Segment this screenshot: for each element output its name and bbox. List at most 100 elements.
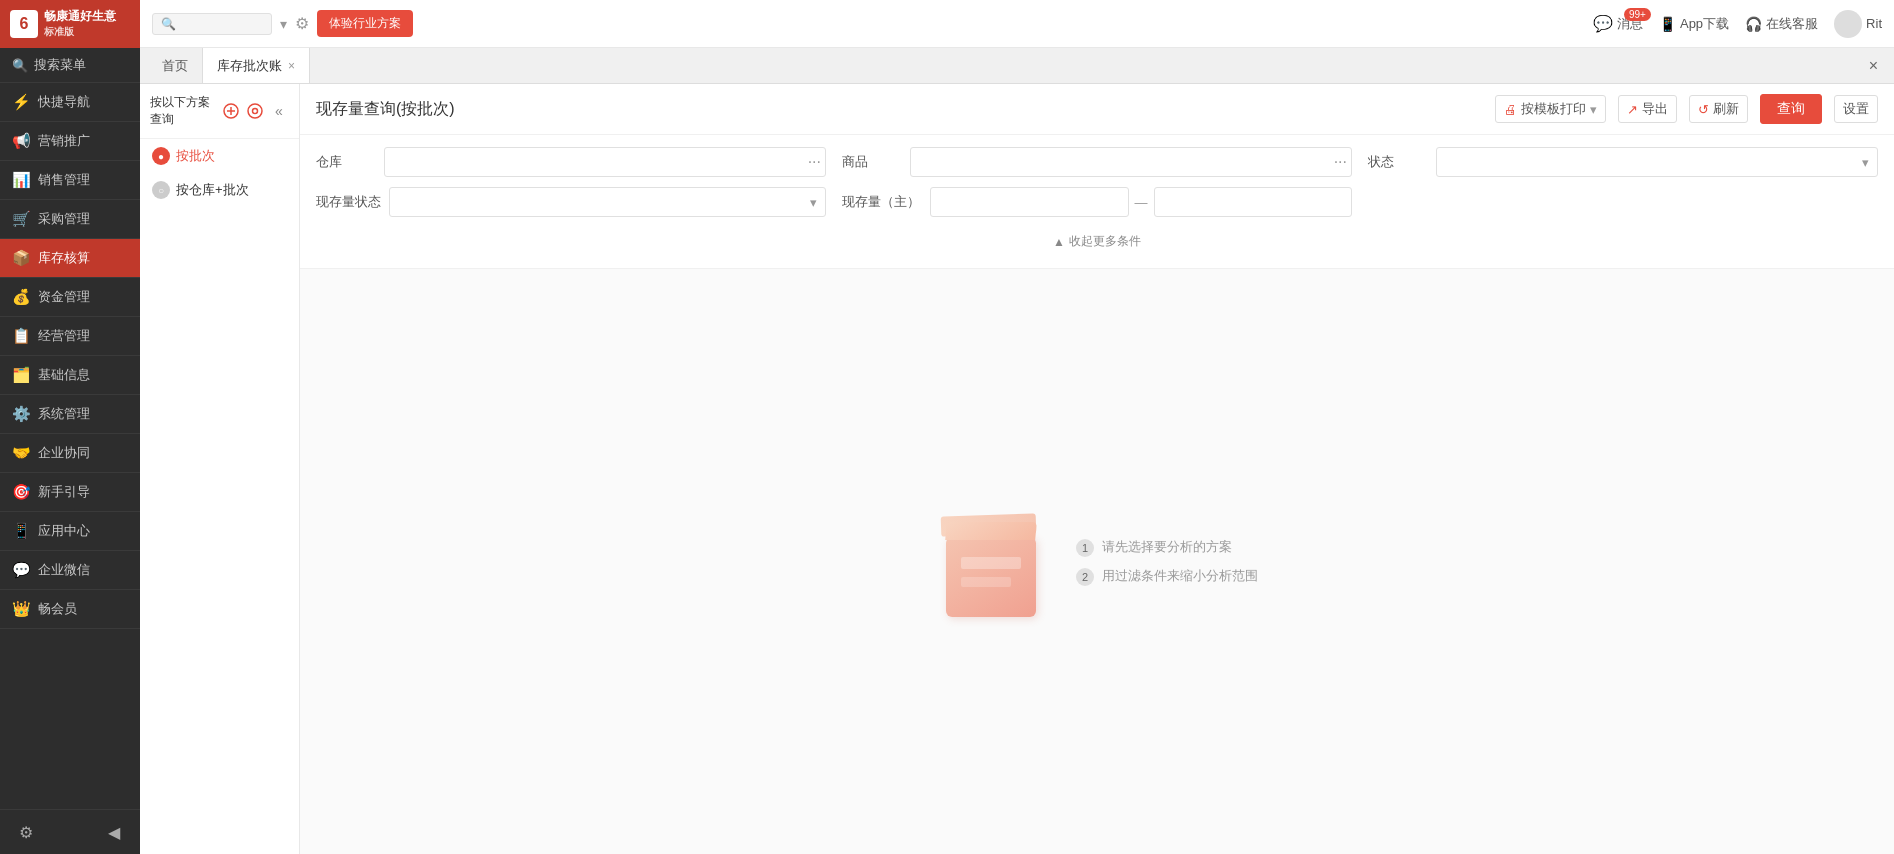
sidebar-item-wechat[interactable]: 💬 企业微信 bbox=[0, 551, 140, 590]
refresh-btn[interactable]: ↺ 刷新 bbox=[1689, 95, 1748, 123]
topbar-dropdown-icon[interactable]: ▾ bbox=[280, 16, 287, 32]
scheme-item-by-warehouse-batch[interactable]: ○ 按仓库+批次 bbox=[140, 173, 299, 207]
hint-num-1: 1 bbox=[1076, 539, 1094, 557]
scheme-inactive-icon: ○ bbox=[152, 181, 170, 199]
warehouse-more-icon[interactable]: ··· bbox=[804, 151, 825, 173]
tab-home[interactable]: 首页 bbox=[148, 48, 203, 83]
sidebar-item-inventory[interactable]: 📦 库存核算 bbox=[0, 239, 140, 278]
left-panel: 按以下方案查询 « ● 按批次 ○ 按仓库+批次 bbox=[140, 84, 300, 854]
app-title-block: 畅康通好生意 标准版 bbox=[44, 9, 116, 39]
inventory-status-select[interactable]: ▾ bbox=[389, 187, 826, 217]
sidebar-item-operation[interactable]: 📋 经营管理 bbox=[0, 317, 140, 356]
goods-input[interactable] bbox=[911, 148, 1330, 176]
topbar-search-input[interactable] bbox=[180, 17, 260, 31]
print-dropdown-icon[interactable]: ▾ bbox=[1590, 102, 1597, 117]
qty-from-input[interactable] bbox=[930, 187, 1129, 217]
sidebar-footer: ⚙ ◀ bbox=[0, 809, 140, 854]
sidebar-item-label: 库存核算 bbox=[38, 249, 90, 267]
left-panel-collapse-button[interactable]: « bbox=[269, 101, 289, 121]
filter-row-1: 仓库 ··· 商品 ··· 状态 bbox=[316, 147, 1878, 177]
tab-close-icon[interactable]: × bbox=[288, 59, 295, 73]
collapse-label: 收起更多条件 bbox=[1069, 233, 1141, 250]
user-info[interactable]: Rit bbox=[1834, 10, 1882, 38]
app-download-label: App下载 bbox=[1680, 15, 1729, 33]
empty-hint-2: 2 用过滤条件来缩小分析范围 bbox=[1076, 567, 1258, 586]
left-panel-title: 按以下方案查询 bbox=[150, 94, 221, 128]
left-panel-settings-button[interactable] bbox=[245, 101, 265, 121]
inventory-status-label: 现存量状态 bbox=[316, 193, 381, 211]
member-icon: 👑 bbox=[12, 600, 30, 618]
tab-panel-close-button[interactable]: × bbox=[1861, 57, 1886, 75]
inventory-qty-field: 现存量（主） — bbox=[842, 187, 1352, 217]
topbar-settings-icon[interactable]: ⚙ bbox=[295, 14, 309, 33]
page-actions: 🖨 按模板打印 ▾ ↗ 导出 ↺ 刷新 查询 设置 bbox=[1495, 94, 1878, 124]
hint-text-2: 用过滤条件来缩小分析范围 bbox=[1102, 567, 1258, 585]
settings-btn[interactable]: 设置 bbox=[1834, 95, 1878, 123]
scheme-by-warehouse-batch-label: 按仓库+批次 bbox=[176, 181, 249, 199]
hint-text-1: 请先选择要分析的方案 bbox=[1102, 538, 1232, 556]
sidebar-item-system[interactable]: ⚙️ 系统管理 bbox=[0, 395, 140, 434]
warehouse-input[interactable] bbox=[385, 148, 804, 176]
enterprise-icon: 🤝 bbox=[12, 444, 30, 462]
inventory-status-dropdown-icon: ▾ bbox=[810, 195, 817, 210]
export-btn[interactable]: ↗ 导出 bbox=[1618, 95, 1677, 123]
goods-more-icon[interactable]: ··· bbox=[1330, 151, 1351, 173]
online-service-item[interactable]: 🎧 在线客服 bbox=[1745, 15, 1818, 33]
topbar-search-box[interactable]: 🔍 bbox=[152, 13, 272, 35]
messages-item[interactable]: 💬 消息 99+ bbox=[1593, 14, 1643, 33]
collapse-up-icon: ▲ bbox=[1053, 235, 1065, 249]
sidebar-item-marketing[interactable]: 📢 营销推广 bbox=[0, 122, 140, 161]
phone-icon: 📱 bbox=[1659, 16, 1676, 32]
status-select[interactable]: ▾ bbox=[1436, 147, 1878, 177]
sidebar-item-purchase[interactable]: 🛒 采购管理 bbox=[0, 200, 140, 239]
page-title: 现存量查询(按批次) bbox=[316, 99, 455, 120]
qty-to-input[interactable] bbox=[1154, 187, 1353, 217]
sidebar-item-basic[interactable]: 🗂️ 基础信息 bbox=[0, 356, 140, 395]
svg-point-4 bbox=[253, 109, 258, 114]
collapse-more-conditions-btn[interactable]: ▲ 收起更多条件 bbox=[316, 227, 1878, 256]
query-btn[interactable]: 查询 bbox=[1760, 94, 1822, 124]
sidebar-header: 6 畅康通好生意 标准版 bbox=[0, 0, 140, 48]
inventory-status-field: 现存量状态 ▾ bbox=[316, 187, 826, 217]
sidebar-item-finance[interactable]: 💰 资金管理 bbox=[0, 278, 140, 317]
content-area: 按以下方案查询 « ● 按批次 ○ 按仓库+批次 bbox=[140, 84, 1894, 854]
sidebar-item-sales[interactable]: 📊 销售管理 bbox=[0, 161, 140, 200]
topbar-left: 🔍 ▾ ⚙ 体验行业方案 bbox=[152, 10, 1583, 37]
warehouse-input-group[interactable]: ··· bbox=[384, 147, 826, 177]
sidebar-search[interactable]: 🔍 搜索菜单 bbox=[0, 48, 140, 83]
sidebar-settings-button[interactable]: ⚙ bbox=[12, 818, 40, 846]
sidebar: 6 畅康通好生意 标准版 🔍 搜索菜单 ⚡ 快捷导航 📢 营销推广 📊 销售管理… bbox=[0, 0, 140, 854]
sidebar-item-quick-nav[interactable]: ⚡ 快捷导航 bbox=[0, 83, 140, 122]
sidebar-item-label: 应用中心 bbox=[38, 522, 90, 540]
filter-area: 仓库 ··· 商品 ··· 状态 bbox=[300, 135, 1894, 269]
tab-active-label: 库存批次账 bbox=[217, 57, 282, 75]
finance-icon: 💰 bbox=[12, 288, 30, 306]
sidebar-item-label: 基础信息 bbox=[38, 366, 90, 384]
sidebar-item-enterprise[interactable]: 🤝 企业协同 bbox=[0, 434, 140, 473]
sidebar-item-label: 畅会员 bbox=[38, 600, 77, 618]
refresh-label: 刷新 bbox=[1713, 100, 1739, 118]
range-dash: — bbox=[1135, 195, 1148, 210]
print-label: 按模板打印 bbox=[1521, 100, 1586, 118]
goods-input-group[interactable]: ··· bbox=[910, 147, 1352, 177]
experience-btn[interactable]: 体验行业方案 bbox=[317, 10, 413, 37]
headset-icon: 🎧 bbox=[1745, 16, 1762, 32]
export-label: 导出 bbox=[1642, 100, 1668, 118]
scheme-by-batch-label: 按批次 bbox=[176, 147, 215, 165]
sidebar-collapse-button[interactable]: ◀ bbox=[100, 818, 128, 846]
app-download-item[interactable]: 📱 App下载 bbox=[1659, 15, 1729, 33]
left-panel-header: 按以下方案查询 « bbox=[140, 84, 299, 139]
hint-num-2: 2 bbox=[1076, 568, 1094, 586]
sidebar-item-member[interactable]: 👑 畅会员 bbox=[0, 590, 140, 629]
tab-inventory-batch[interactable]: 库存批次账 × bbox=[203, 48, 310, 83]
message-icon: 💬 bbox=[1593, 14, 1613, 33]
sidebar-item-guide[interactable]: 🎯 新手引导 bbox=[0, 473, 140, 512]
main-content: 🔍 ▾ ⚙ 体验行业方案 💬 消息 99+ 📱 App下载 🎧 在线客服 bbox=[140, 0, 1894, 854]
sidebar-item-label: 采购管理 bbox=[38, 210, 90, 228]
sidebar-item-label: 企业协同 bbox=[38, 444, 90, 462]
scheme-item-by-batch[interactable]: ● 按批次 bbox=[140, 139, 299, 173]
system-icon: ⚙️ bbox=[12, 405, 30, 423]
left-panel-add-button[interactable] bbox=[221, 101, 241, 121]
print-btn[interactable]: 🖨 按模板打印 ▾ bbox=[1495, 95, 1606, 123]
sidebar-item-app-center[interactable]: 📱 应用中心 bbox=[0, 512, 140, 551]
